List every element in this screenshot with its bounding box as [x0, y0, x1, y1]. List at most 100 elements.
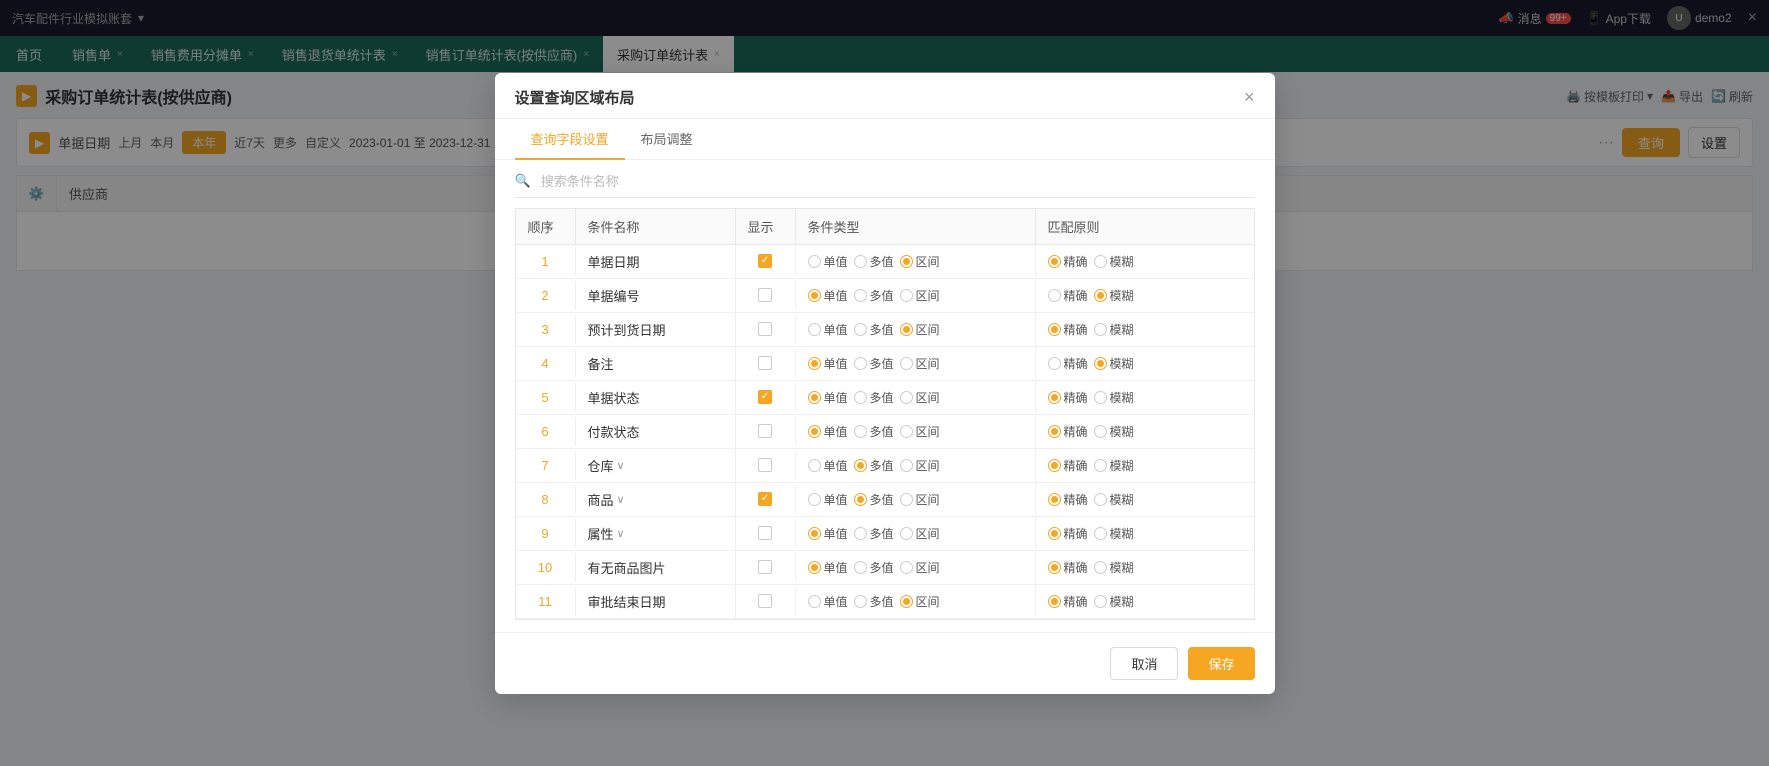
radio-match-option[interactable]: 模糊: [1094, 389, 1134, 406]
checkbox-control[interactable]: [758, 390, 772, 404]
radio-type-option[interactable]: 多值: [854, 253, 894, 270]
row-display-checkbox[interactable]: [736, 315, 796, 343]
radio-type-option[interactable]: 多值: [854, 355, 894, 372]
checkbox-control[interactable]: [758, 288, 772, 302]
tab-query-fields[interactable]: 查询字段设置: [515, 119, 625, 160]
radio-match-option[interactable]: 精确: [1048, 321, 1088, 338]
radio-circle: [854, 255, 867, 268]
checkbox-control[interactable]: [758, 322, 772, 336]
row-display-checkbox[interactable]: [736, 383, 796, 411]
table-row: 1单据日期单值多值区间精确模糊: [516, 245, 1254, 279]
row-condition-name: 属性∨: [576, 517, 736, 550]
checkbox-control[interactable]: [758, 254, 772, 268]
expand-icon[interactable]: ∨: [617, 459, 625, 472]
expand-icon[interactable]: ∨: [617, 527, 625, 540]
radio-type-option[interactable]: 单值: [808, 287, 848, 304]
row-display-checkbox[interactable]: [736, 281, 796, 309]
checkbox-control[interactable]: [758, 526, 772, 540]
radio-circle: [1094, 561, 1107, 574]
radio-type-option[interactable]: 区间: [900, 559, 940, 576]
radio-match-option[interactable]: 精确: [1048, 253, 1088, 270]
radio-type-option[interactable]: 区间: [900, 457, 940, 474]
radio-type-option[interactable]: 单值: [808, 389, 848, 406]
radio-type-option[interactable]: 单值: [808, 457, 848, 474]
condition-search-input[interactable]: [535, 172, 735, 191]
dialog-tabs: 查询字段设置 布局调整: [495, 119, 1275, 160]
radio-match-option[interactable]: 精确: [1048, 389, 1088, 406]
radio-type-option[interactable]: 多值: [854, 491, 894, 508]
radio-type-option[interactable]: 区间: [900, 287, 940, 304]
radio-type-option[interactable]: 区间: [900, 389, 940, 406]
radio-type-option[interactable]: 区间: [900, 491, 940, 508]
radio-type-option[interactable]: 区间: [900, 525, 940, 542]
radio-match-option[interactable]: 精确: [1048, 559, 1088, 576]
cancel-button[interactable]: 取消: [1110, 647, 1178, 680]
radio-match-option[interactable]: 精确: [1048, 355, 1088, 372]
radio-type-option[interactable]: 单值: [808, 253, 848, 270]
radio-type-option[interactable]: 多值: [854, 593, 894, 610]
dialog: 设置查询区域布局 × 查询字段设置 布局调整 🔍 顺序: [495, 73, 1275, 694]
checkbox-control[interactable]: [758, 458, 772, 472]
save-button[interactable]: 保存: [1188, 647, 1254, 680]
radio-type-option[interactable]: 多值: [854, 525, 894, 542]
radio-type-option[interactable]: 多值: [854, 287, 894, 304]
radio-type-option[interactable]: 多值: [854, 389, 894, 406]
checkbox-control[interactable]: [758, 356, 772, 370]
radio-type-option[interactable]: 多值: [854, 321, 894, 338]
checkbox-control[interactable]: [758, 560, 772, 574]
radio-type-option[interactable]: 多值: [854, 423, 894, 440]
radio-match-option[interactable]: 模糊: [1094, 321, 1134, 338]
row-display-checkbox[interactable]: [736, 247, 796, 275]
checkbox-control[interactable]: [758, 424, 772, 438]
condition-search-bar: 🔍: [515, 172, 1255, 198]
radio-match-option[interactable]: 模糊: [1094, 423, 1134, 440]
checkbox-control[interactable]: [758, 594, 772, 608]
tab-layout-adjust[interactable]: 布局调整: [625, 119, 709, 160]
modal-overlay[interactable]: 设置查询区域布局 × 查询字段设置 布局调整 🔍 顺序: [0, 0, 1769, 766]
radio-match-option[interactable]: 精确: [1048, 457, 1088, 474]
row-display-checkbox[interactable]: [736, 553, 796, 581]
radio-type-option[interactable]: 区间: [900, 253, 940, 270]
radio-match-option[interactable]: 模糊: [1094, 287, 1134, 304]
expand-icon[interactable]: ∨: [617, 493, 625, 506]
radio-type-option[interactable]: 区间: [900, 593, 940, 610]
radio-match-option[interactable]: 模糊: [1094, 593, 1134, 610]
radio-type-option[interactable]: 单值: [808, 593, 848, 610]
radio-match-option[interactable]: 模糊: [1094, 253, 1134, 270]
radio-circle: [1094, 595, 1107, 608]
radio-match-option[interactable]: 精确: [1048, 525, 1088, 542]
row-display-checkbox[interactable]: [736, 485, 796, 513]
radio-match-option[interactable]: 精确: [1048, 593, 1088, 610]
radio-type-option[interactable]: 区间: [900, 355, 940, 372]
row-type-options: 单值多值区间: [796, 246, 1036, 277]
table-row: 2单据编号单值多值区间精确模糊: [516, 279, 1254, 313]
radio-type-option[interactable]: 区间: [900, 321, 940, 338]
row-condition-name: 单据状态: [576, 381, 736, 414]
radio-type-option[interactable]: 单值: [808, 559, 848, 576]
radio-type-option[interactable]: 区间: [900, 423, 940, 440]
radio-match-option[interactable]: 精确: [1048, 423, 1088, 440]
radio-type-option[interactable]: 多值: [854, 559, 894, 576]
radio-match-option[interactable]: 精确: [1048, 287, 1088, 304]
row-display-checkbox[interactable]: [736, 417, 796, 445]
radio-type-option[interactable]: 单值: [808, 491, 848, 508]
row-display-checkbox[interactable]: [736, 349, 796, 377]
row-order-num: 1: [516, 247, 576, 276]
row-display-checkbox[interactable]: [736, 451, 796, 479]
row-display-checkbox[interactable]: [736, 519, 796, 547]
row-display-checkbox[interactable]: [736, 587, 796, 615]
radio-type-option[interactable]: 单值: [808, 423, 848, 440]
radio-match-option[interactable]: 模糊: [1094, 355, 1134, 372]
radio-type-option[interactable]: 多值: [854, 457, 894, 474]
radio-match-option[interactable]: 精确: [1048, 491, 1088, 508]
radio-match-option[interactable]: 模糊: [1094, 559, 1134, 576]
dialog-close-button[interactable]: ×: [1244, 88, 1255, 106]
radio-type-option[interactable]: 单值: [808, 321, 848, 338]
radio-match-option[interactable]: 模糊: [1094, 525, 1134, 542]
radio-circle: [900, 493, 913, 506]
radio-type-option[interactable]: 单值: [808, 525, 848, 542]
radio-match-option[interactable]: 模糊: [1094, 491, 1134, 508]
radio-match-option[interactable]: 模糊: [1094, 457, 1134, 474]
checkbox-control[interactable]: [758, 492, 772, 506]
radio-type-option[interactable]: 单值: [808, 355, 848, 372]
